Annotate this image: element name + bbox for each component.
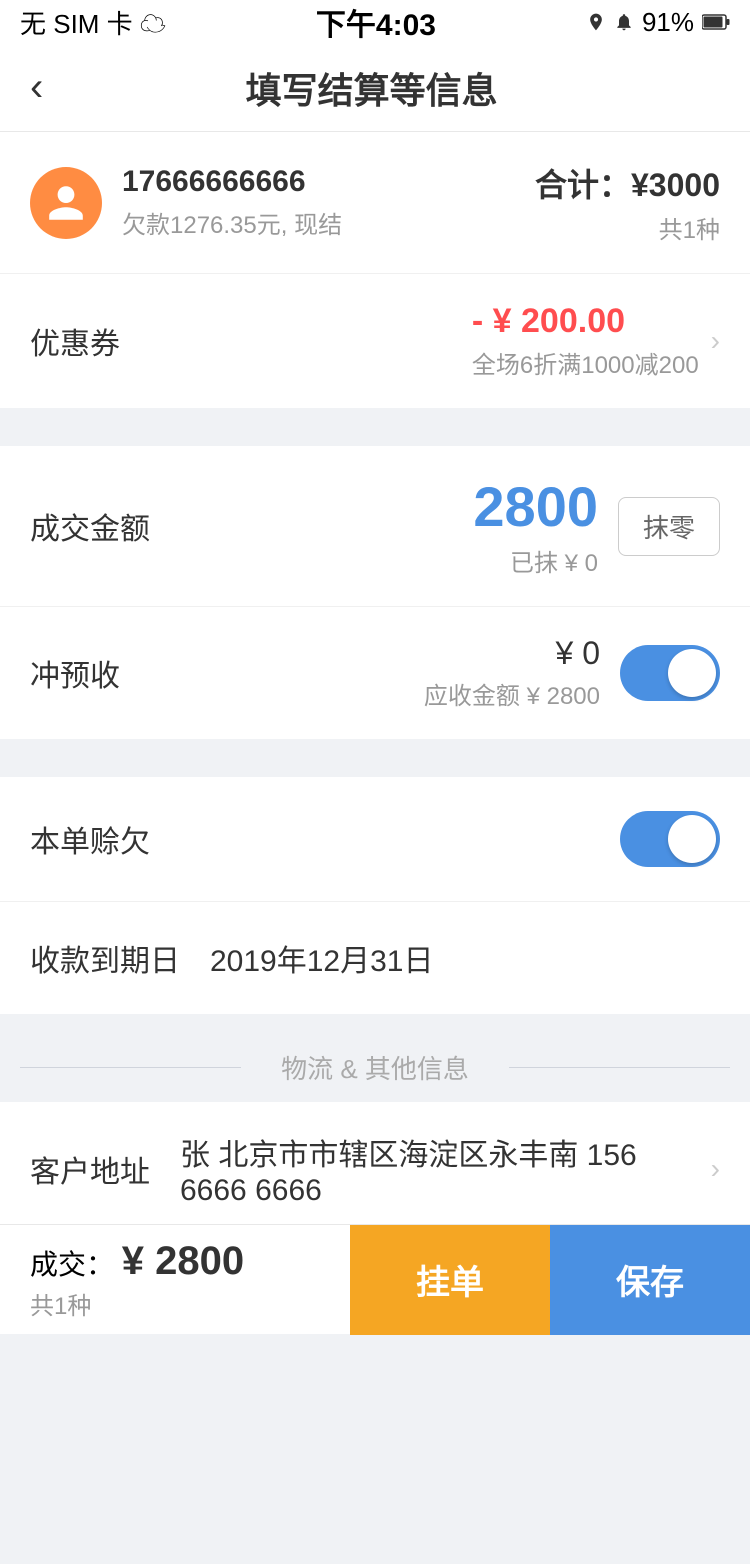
total-amount: 合计：¥3000 [535, 160, 720, 206]
customer-section: 17666666666 欠款1276.35元, 现结 合计：¥3000 共1种 … [0, 132, 750, 408]
due-date-row: 收款到期日 2019年12月31日 [0, 901, 750, 1014]
bottom-summary: 成交： ¥ 2800 共1种 [0, 1239, 350, 1321]
status-bar: 无 SIM 卡 ☁ 下午4:03 91% [0, 0, 750, 44]
nav-title: 填写结算等信息 [63, 62, 680, 114]
bad-debt-label: 本单赊欠 [30, 817, 150, 861]
customer-debt: 欠款1276.35元, 现结 [122, 205, 342, 240]
prereceive-toggle[interactable] [620, 645, 720, 701]
prereceive-label: 冲预收 [30, 651, 120, 695]
separator-line-left [20, 1067, 241, 1068]
deal-amount-sub: 已抹 ¥ 0 [473, 543, 598, 578]
status-right: 91% [586, 7, 730, 38]
bottom-deal-amount: ¥ 2800 [122, 1239, 244, 1283]
deal-amount-row: 成交金额 2800 已抹 ¥ 0 抹零 [0, 446, 750, 606]
address-chevron: › [711, 1153, 720, 1185]
coupon-row[interactable]: 优惠券 - ¥ 200.00 全场6折满1000减200 › [0, 273, 750, 408]
status-left: 无 SIM 卡 ☁ [20, 4, 166, 41]
coupon-label: 优惠券 [30, 319, 120, 363]
coupon-right: - ¥ 200.00 全场6折满1000减200 › [472, 302, 720, 380]
deal-amount-label: 成交金额 [30, 504, 150, 548]
address-label: 客户地址 [30, 1147, 150, 1191]
bad-debt-toggle[interactable] [620, 811, 720, 867]
save-button[interactable]: 保存 [550, 1225, 750, 1335]
coupon-description: 全场6折满1000减200 [472, 345, 699, 380]
bottom-count: 共1种 [30, 1286, 320, 1321]
divider-1 [0, 426, 750, 446]
bad-debt-section: 本单赊欠 收款到期日 2019年12月31日 [0, 777, 750, 1014]
customer-left: 17666666666 欠款1276.35元, 现结 [30, 165, 342, 240]
deal-amount-value: 2800 [473, 474, 598, 539]
address-chevron-icon: › [711, 1153, 720, 1185]
due-date-label: 收款到期日 [30, 936, 180, 980]
chevron-right-icon: › [711, 325, 720, 357]
hang-button[interactable]: 挂单 [350, 1225, 550, 1335]
eraser-button[interactable]: 抹零 [618, 497, 720, 556]
battery-icon [702, 14, 730, 30]
bottom-bar: 成交： ¥ 2800 共1种 挂单 保存 [0, 1224, 750, 1334]
address-section: 客户地址 张 北京市市辖区海淀区永丰南 156 6666 6666 › [0, 1102, 750, 1236]
alarm-icon [614, 12, 634, 32]
bottom-deal-label: 成交： [30, 1249, 114, 1280]
logistics-separator: 物流 & 其他信息 [0, 1032, 750, 1102]
user-icon [45, 182, 87, 224]
location-icon [586, 12, 606, 32]
status-time: 下午4:03 [316, 0, 436, 44]
deal-amount-right: 2800 已抹 ¥ 0 抹零 [473, 474, 720, 578]
battery-percent: 91% [642, 7, 694, 38]
prereceive-sub: 应收金额 ¥ 2800 [424, 676, 600, 711]
separator-line-right [509, 1067, 730, 1068]
customer-right: 合计：¥3000 共1种 [535, 160, 720, 245]
avatar [30, 167, 102, 239]
divider-2 [0, 757, 750, 777]
address-row[interactable]: 客户地址 张 北京市市辖区海淀区永丰南 156 6666 6666 › [0, 1102, 750, 1236]
prereceive-amount: ¥ 0 [424, 635, 600, 672]
customer-row: 17666666666 欠款1276.35元, 现结 合计：¥3000 共1种 [0, 132, 750, 273]
logistics-separator-text: 物流 & 其他信息 [281, 1049, 469, 1086]
deal-amount-section: 成交金额 2800 已抹 ¥ 0 抹零 冲预收 ¥ 0 应收金额 ¥ 2800 [0, 446, 750, 739]
address-value: 张 北京市市辖区海淀区永丰南 156 6666 6666 [180, 1130, 711, 1208]
total-count: 共1种 [535, 210, 720, 245]
due-date-value: 2019年12月31日 [210, 936, 433, 980]
bottom-spacer [0, 1454, 750, 1564]
back-button[interactable]: ‹ [30, 65, 43, 110]
bad-debt-row: 本单赊欠 [0, 777, 750, 901]
bottom-deal-row: 成交： ¥ 2800 [30, 1239, 320, 1284]
prereceive-right: ¥ 0 应收金额 ¥ 2800 [424, 635, 720, 711]
bad-debt-toggle-knob [668, 815, 716, 863]
coupon-amount: - ¥ 200.00 [472, 302, 699, 341]
nav-bar: ‹ 填写结算等信息 [0, 44, 750, 132]
toggle-knob [668, 649, 716, 697]
customer-phone: 17666666666 [122, 165, 342, 199]
prereceive-amount-block: ¥ 0 应收金额 ¥ 2800 [424, 635, 600, 711]
customer-info: 17666666666 欠款1276.35元, 现结 [122, 165, 342, 240]
sim-status: 无 SIM 卡 ☁ [20, 4, 166, 41]
prereceive-row: 冲预收 ¥ 0 应收金额 ¥ 2800 [0, 606, 750, 739]
